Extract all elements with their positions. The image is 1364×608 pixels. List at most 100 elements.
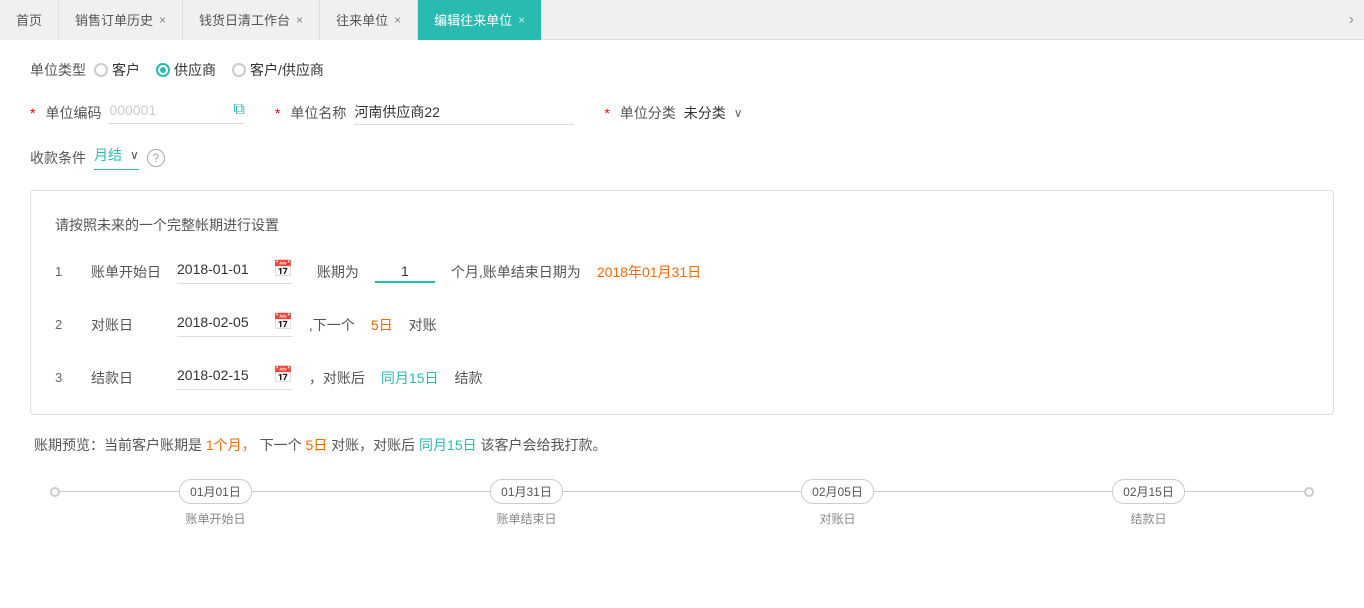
reconcile-suffix: 对账 (409, 315, 437, 335)
preview-prefix: 账期预览：当前客户账期是 (34, 437, 202, 453)
line (874, 491, 993, 492)
step-label-3: 结款日 (91, 368, 161, 388)
tab-edit-partner[interactable]: 编辑往来单位 × (418, 0, 542, 40)
payment-date-input[interactable] (177, 367, 267, 383)
tab-sales-history-label: 销售订单历史 (75, 10, 153, 29)
payment-date-group: 📅 (177, 365, 293, 390)
tab-partner-label: 往来单位 (336, 10, 388, 29)
unit-category-dropdown[interactable]: 未分类 ∨ (684, 103, 743, 123)
start-date-group: 📅 (177, 259, 293, 284)
main-content: 单位类型 客户 供应商 客户/供应商 * 单位编码 (0, 40, 1364, 608)
tab-cash-work[interactable]: 钱货日清工作台 × (183, 0, 320, 40)
calendar-icon-3[interactable]: 📅 (273, 365, 293, 385)
tl-segment-4: 02月15日 结款日 (993, 479, 1304, 527)
start-date-input[interactable] (177, 261, 267, 277)
node-bubble-3: 02月05日 (801, 479, 874, 504)
timeline-node-2: 01月31日 (490, 479, 563, 504)
unit-details-row: * 单位编码 ⧉ * 单位名称 * 单位分类 未分类 ∨ (30, 100, 1334, 125)
radio-both-label: 客户/供应商 (250, 60, 324, 80)
preview-payment-day: 同月15日 (419, 437, 477, 453)
tab-cash-work-label: 钱货日清工作台 (199, 10, 290, 29)
copy-icon[interactable]: ⧉ (233, 101, 244, 119)
unit-category-label: 单位分类 (620, 103, 676, 123)
period-input[interactable] (375, 261, 435, 283)
close-icon[interactable]: × (394, 13, 401, 27)
radio-group: 客户 供应商 客户/供应商 (94, 60, 324, 80)
timeline-node-4: 02月15日 (1112, 479, 1185, 504)
node-label-3: 对账日 (682, 510, 993, 527)
node-label-1: 账单开始日 (60, 510, 371, 527)
close-icon[interactable]: × (296, 13, 303, 27)
setting-row-3: 3 结款日 📅 ，对账后 同月15日 结款 (55, 365, 1309, 390)
tl-line-2: 01月31日 (371, 479, 682, 504)
line (563, 491, 682, 492)
preview-mid1: 下一个 (260, 437, 302, 453)
tl-line-1: 01月01日 (60, 479, 371, 504)
line (1185, 491, 1304, 492)
help-icon[interactable]: ? (147, 149, 165, 167)
line (371, 491, 490, 492)
node-bubble-2: 01月31日 (490, 479, 563, 504)
reconcile-date-group: 📅 (177, 312, 293, 337)
step-label-2: 对账日 (91, 315, 161, 335)
radio-customer[interactable]: 客户 (94, 60, 140, 80)
payment-prefix: ，对账后 (309, 368, 365, 388)
close-icon[interactable]: × (518, 13, 525, 27)
unit-name-input[interactable] (354, 100, 574, 125)
dropdown-arrow-icon: ∨ (130, 148, 139, 162)
step-num-3: 3 (55, 370, 75, 385)
tab-bar: 首页 销售订单历史 × 钱货日清工作台 × 往来单位 × 编辑往来单位 × › (0, 0, 1364, 40)
preview-section: 账期预览：当前客户账期是 1个月， 下一个 5日 对账，对账后 同月15日 该客… (30, 435, 1334, 455)
payment-condition-dropdown[interactable]: 月结 ∨ (94, 145, 139, 170)
step-num-2: 2 (55, 317, 75, 332)
dot-end (1304, 487, 1314, 497)
calendar-icon-1[interactable]: 📅 (273, 259, 293, 279)
tab-home[interactable]: 首页 (0, 0, 59, 40)
settings-panel: 请按照未来的一个完整帐期进行设置 1 账单开始日 📅 账期为 个月,账单结束日期… (30, 190, 1334, 415)
radio-both-circle (232, 63, 246, 77)
tl-line-4: 02月15日 (993, 479, 1304, 504)
payment-condition-label: 收款条件 (30, 148, 86, 168)
preview-months: 1个月， (206, 437, 256, 453)
payment-row: 收款条件 月结 ∨ ? (30, 145, 1334, 170)
tl-segment-3: 02月05日 对账日 (682, 479, 993, 527)
node-bubble-4: 02月15日 (1112, 479, 1185, 504)
timeline-start-dot (50, 487, 60, 497)
unit-category-value: 未分类 (684, 103, 726, 123)
unit-type-group: 单位类型 客户 供应商 客户/供应商 (30, 60, 324, 80)
close-icon[interactable]: × (159, 13, 166, 27)
payment-suffix: 结款 (455, 368, 483, 388)
unit-type-row: 单位类型 客户 供应商 客户/供应商 (30, 60, 1334, 80)
tab-sales-history[interactable]: 销售订单历史 × (59, 0, 183, 40)
reconcile-date-input[interactable] (177, 314, 267, 330)
unit-code-input[interactable] (109, 102, 229, 118)
dot-start (50, 487, 60, 497)
required-star3: * (604, 105, 609, 121)
timeline-container: 01月01日 账单开始日 01月31日 账单结束日 (30, 479, 1334, 527)
node-label-4: 结款日 (993, 510, 1304, 527)
payment-day-highlight: 同月15日 (381, 368, 439, 388)
unit-category-group: * 单位分类 未分类 ∨ (604, 103, 742, 123)
unit-name-group: * 单位名称 (275, 100, 574, 125)
payment-condition-value: 月结 (94, 145, 122, 165)
line (993, 491, 1112, 492)
radio-both[interactable]: 客户/供应商 (232, 60, 324, 80)
radio-customer-circle (94, 63, 108, 77)
panel-title: 请按照未来的一个完整帐期进行设置 (55, 215, 1309, 235)
tab-expand-icon[interactable]: › (1339, 11, 1364, 29)
reconcile-day-highlight: 5日 (371, 315, 393, 335)
preview-mid2: 对账，对账后 (331, 437, 415, 453)
required-star: * (30, 105, 35, 121)
timeline-node-3: 02月05日 (801, 479, 874, 504)
radio-supplier[interactable]: 供应商 (156, 60, 216, 80)
radio-customer-label: 客户 (112, 60, 140, 80)
reconcile-prefix: ,下一个 (309, 315, 355, 335)
unit-type-label: 单位类型 (30, 60, 86, 80)
node-bubble-1: 01月01日 (179, 479, 252, 504)
tab-edit-partner-label: 编辑往来单位 (434, 10, 512, 29)
calendar-icon-2[interactable]: 📅 (273, 312, 293, 332)
end-date-highlight: 2018年01月31日 (597, 262, 701, 282)
tab-partner[interactable]: 往来单位 × (320, 0, 418, 40)
tl-segment-1: 01月01日 账单开始日 (60, 479, 371, 527)
preview-day: 5日 (305, 437, 327, 453)
